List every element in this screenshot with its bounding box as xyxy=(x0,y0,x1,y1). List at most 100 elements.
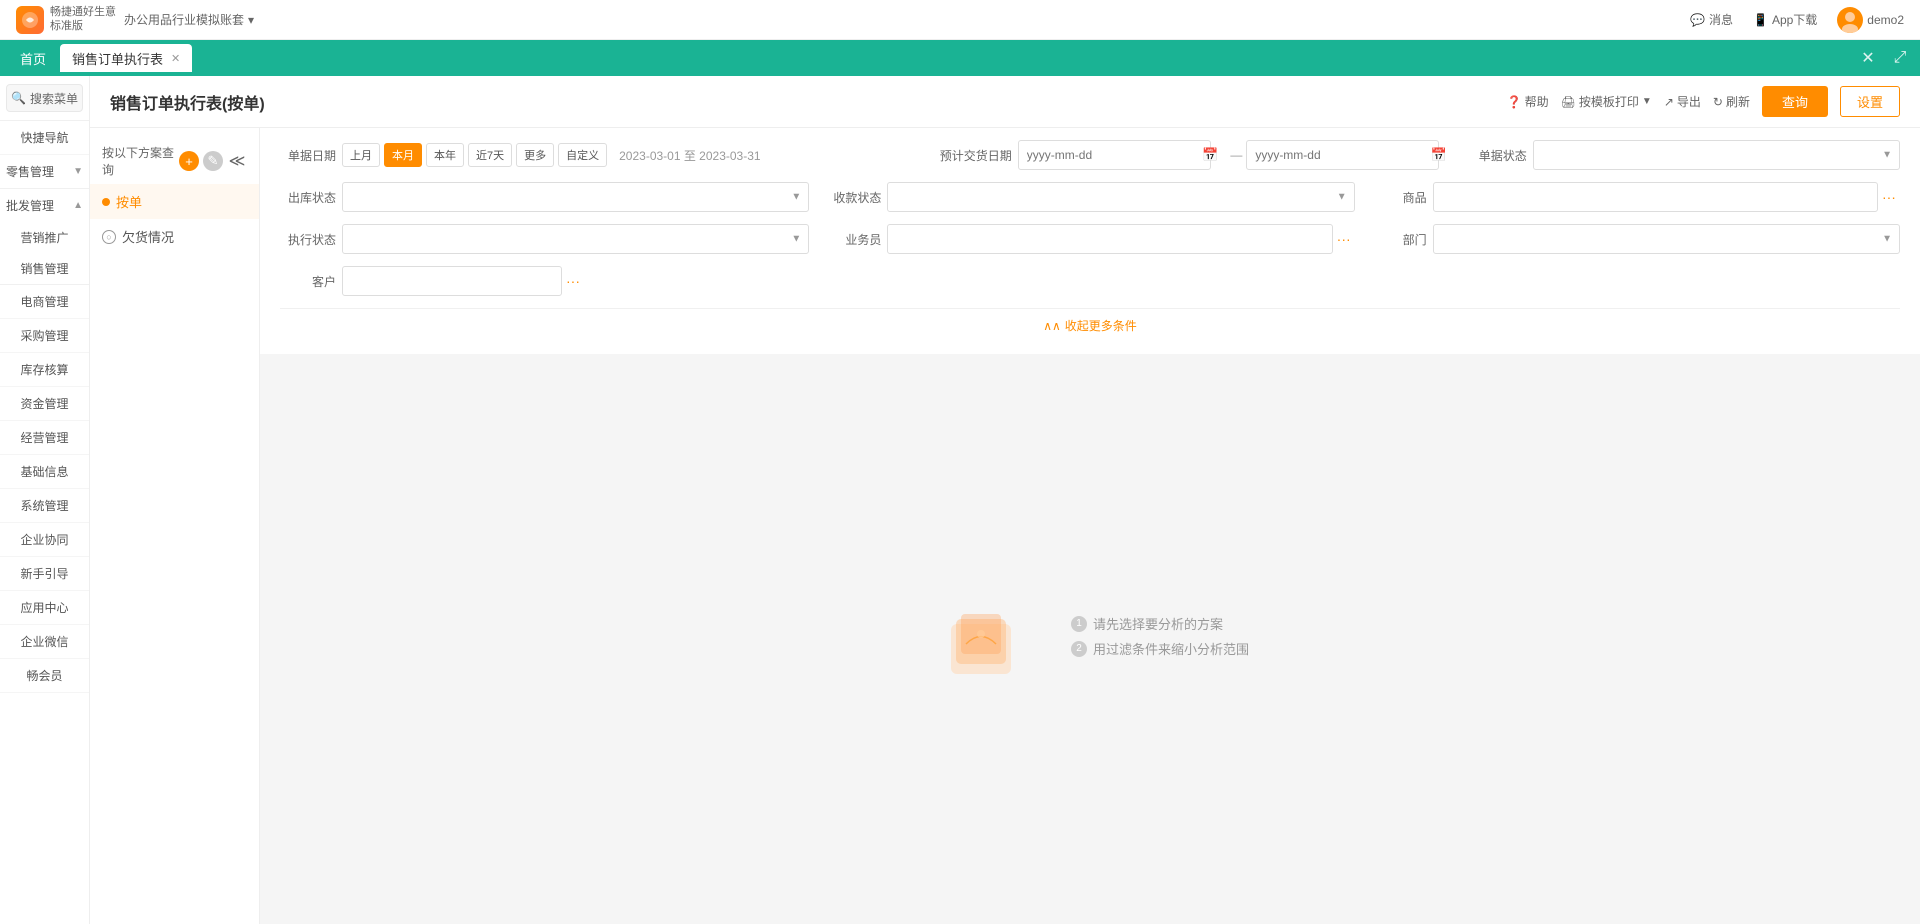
header-left: 畅捷通好生意 标准版 办公用品行业模拟账套 ▾ xyxy=(16,6,254,34)
edit-scheme-button[interactable]: ✎ xyxy=(203,151,223,171)
settings-button[interactable]: 设置 xyxy=(1840,86,1900,117)
filter-section: 单据日期 上月 本月 本年 近7天 更多 自定义 2023-03-01 至 20… xyxy=(260,128,1920,354)
left-panel: 按以下方案查询 + ✎ ≪ 按单 ○ 欠货情况 xyxy=(90,128,260,924)
expected-date-to-wrap: 📅 xyxy=(1246,140,1455,170)
print-button[interactable]: 🖨 按模板打印 ▼ xyxy=(1561,93,1652,110)
sidebar-item-finance[interactable]: 资金管理 xyxy=(0,387,89,421)
goods-more-icon[interactable]: ··· xyxy=(1878,189,1900,205)
date-label: 单据日期 xyxy=(280,147,336,164)
scheme-header: 按以下方案查询 + ✎ ≪ xyxy=(90,138,259,184)
collapse-icon: ∧∧ xyxy=(1043,319,1061,333)
shipment-select[interactable] xyxy=(342,182,809,212)
expected-date-label: 预计交货日期 xyxy=(940,147,1012,164)
tab-sales-order[interactable]: 销售订单执行表 ✕ xyxy=(60,44,192,72)
salesperson-input[interactable] xyxy=(887,224,1332,254)
empty-state: 1 请先选择要分析的方案 2 用过滤条件来缩小分析范围 xyxy=(931,589,1249,689)
collapse-bar[interactable]: ∧∧ 收起更多条件 xyxy=(280,308,1900,342)
sidebar-item-app-center[interactable]: 应用中心 xyxy=(0,591,89,625)
wholesale-arrow-icon: ▲ xyxy=(73,200,83,211)
salesperson-more-icon[interactable]: ··· xyxy=(1333,231,1355,247)
receipt-label: 收款状态 xyxy=(825,189,881,206)
filter-layout: 按以下方案查询 + ✎ ≪ 按单 ○ 欠货情况 xyxy=(90,128,1920,924)
scheme-actions: + ✎ ≪ xyxy=(179,151,247,171)
top-header: 畅捷通好生意 标准版 办公用品行业模拟账套 ▾ 💬 消息 📱 App下载 dem… xyxy=(0,0,1920,40)
help-icon: ❓ xyxy=(1507,95,1522,109)
date-btn-7days[interactable]: 近7天 xyxy=(468,143,512,167)
customer-control: ··· xyxy=(342,266,680,296)
sidebar: 🔍 搜索菜单 快捷导航 零售管理 ▼ 批发管理 ▲ 营销推广 销售管理 xyxy=(0,76,90,924)
sidebar-item-system[interactable]: 系统管理 xyxy=(0,489,89,523)
goods-input[interactable] xyxy=(1433,182,1878,212)
help-button[interactable]: ❓ 帮助 xyxy=(1507,93,1549,110)
user-menu[interactable]: demo2 xyxy=(1837,7,1904,33)
sidebar-item-purchase[interactable]: 采购管理 xyxy=(0,319,89,353)
receipt-select[interactable] xyxy=(887,182,1354,212)
filter-shipment-item: 出库状态 ▼ xyxy=(280,182,809,212)
scheme-item-bandan[interactable]: 按单 xyxy=(90,184,259,219)
data-area: 1 请先选择要分析的方案 2 用过滤条件来缩小分析范围 xyxy=(260,354,1920,924)
filter-row-4: 客户 ··· xyxy=(280,266,680,296)
tab-actions: ✕ ⤢ xyxy=(1856,46,1912,70)
tab-maximize-button[interactable]: ⤢ xyxy=(1888,46,1912,70)
sidebar-item-ecommerce[interactable]: 电商管理 xyxy=(0,285,89,319)
filter-customer-item: 客户 ··· xyxy=(280,266,680,296)
empty-hint-1: 1 请先选择要分析的方案 xyxy=(1071,614,1249,633)
order-status-label: 单据状态 xyxy=(1471,147,1527,164)
date-btn-more[interactable]: 更多 xyxy=(516,143,554,167)
tab-home[interactable]: 首页 xyxy=(8,44,58,72)
sidebar-item-wholesale[interactable]: 批发管理 ▲ xyxy=(0,189,89,222)
print-arrow-icon: ▼ xyxy=(1642,96,1652,107)
tab-minimize-button[interactable]: ✕ xyxy=(1856,46,1880,70)
header-right: 💬 消息 📱 App下载 demo2 xyxy=(1690,7,1904,33)
main-layout: 🔍 搜索菜单 快捷导航 零售管理 ▼ 批发管理 ▲ 营销推广 销售管理 xyxy=(0,76,1920,924)
empty-svg-icon xyxy=(931,589,1031,689)
sidebar-section-retail: 零售管理 ▼ xyxy=(0,155,89,189)
app-download-button[interactable]: 📱 App下载 xyxy=(1753,11,1817,28)
department-select[interactable] xyxy=(1433,224,1900,254)
customer-input[interactable] xyxy=(342,266,562,296)
page-title: 销售订单执行表(按单) xyxy=(110,90,265,124)
sidebar-item-wechat[interactable]: 企业微信 xyxy=(0,625,89,659)
tab-close-button[interactable]: ✕ xyxy=(171,52,180,65)
sidebar-item-retail[interactable]: 零售管理 ▼ xyxy=(0,155,89,188)
department-label: 部门 xyxy=(1371,231,1427,248)
download-icon: 📱 xyxy=(1753,13,1768,27)
sidebar-item-inventory[interactable]: 库存核算 xyxy=(0,353,89,387)
sidebar-section-wholesale: 批发管理 ▲ 营销推广 销售管理 xyxy=(0,189,89,285)
page-header: 销售订单执行表(按单) ❓ 帮助 🖨 按模板打印 ▼ ↗ 导出 ↻ 刷新 xyxy=(90,76,1920,128)
sidebar-item-enterprise[interactable]: 企业协同 xyxy=(0,523,89,557)
execution-select[interactable] xyxy=(342,224,809,254)
export-button[interactable]: ↗ 导出 xyxy=(1664,93,1701,110)
search-menu-button[interactable]: 🔍 搜索菜单 xyxy=(6,84,83,112)
message-button[interactable]: 💬 消息 xyxy=(1690,11,1733,28)
page-path[interactable]: 办公用品行业模拟账套 ▾ xyxy=(124,11,254,28)
expected-date-from-wrap: 📅 xyxy=(1018,140,1227,170)
active-scheme-dot xyxy=(102,198,110,206)
date-btn-last-month[interactable]: 上月 xyxy=(342,143,380,167)
expected-date-from-input[interactable] xyxy=(1018,140,1211,170)
date-btn-current-year[interactable]: 本年 xyxy=(426,143,464,167)
filter-department-item: 部门 ▼ xyxy=(1371,224,1900,254)
sidebar-item-sales[interactable]: 销售管理 xyxy=(0,253,89,284)
sidebar-item-newbie[interactable]: 新手引导 xyxy=(0,557,89,591)
customer-more-icon[interactable]: ··· xyxy=(562,273,584,289)
date-btn-current-month[interactable]: 本月 xyxy=(384,143,422,167)
order-status-select[interactable] xyxy=(1533,140,1900,170)
sidebar-item-basic[interactable]: 基础信息 xyxy=(0,455,89,489)
filter-date-item: 单据日期 上月 本月 本年 近7天 更多 自定义 2023-03-01 至 20… xyxy=(280,143,924,167)
customer-label: 客户 xyxy=(280,273,336,290)
sidebar-item-quick-nav[interactable]: 快捷导航 xyxy=(0,121,89,155)
add-scheme-button[interactable]: + xyxy=(179,151,199,171)
date-btn-custom[interactable]: 自定义 xyxy=(558,143,607,167)
main-content-split: 单据日期 上月 本月 本年 近7天 更多 自定义 2023-03-01 至 20… xyxy=(260,128,1920,924)
search-button[interactable]: 查询 xyxy=(1762,86,1828,117)
sidebar-item-marketing[interactable]: 营销推广 xyxy=(0,222,89,253)
scheme-item-shortage[interactable]: ○ 欠货情况 xyxy=(90,219,259,254)
sidebar-item-member[interactable]: 畅会员 xyxy=(0,659,89,693)
message-icon: 💬 xyxy=(1690,13,1705,27)
collapse-scheme-button[interactable]: ≪ xyxy=(227,151,247,171)
refresh-button[interactable]: ↻ 刷新 xyxy=(1713,93,1750,110)
sidebar-item-operations[interactable]: 经营管理 xyxy=(0,421,89,455)
expected-date-to-input[interactable] xyxy=(1246,140,1439,170)
filter-row-1: 单据日期 上月 本月 本年 近7天 更多 自定义 2023-03-01 至 20… xyxy=(280,140,1900,170)
